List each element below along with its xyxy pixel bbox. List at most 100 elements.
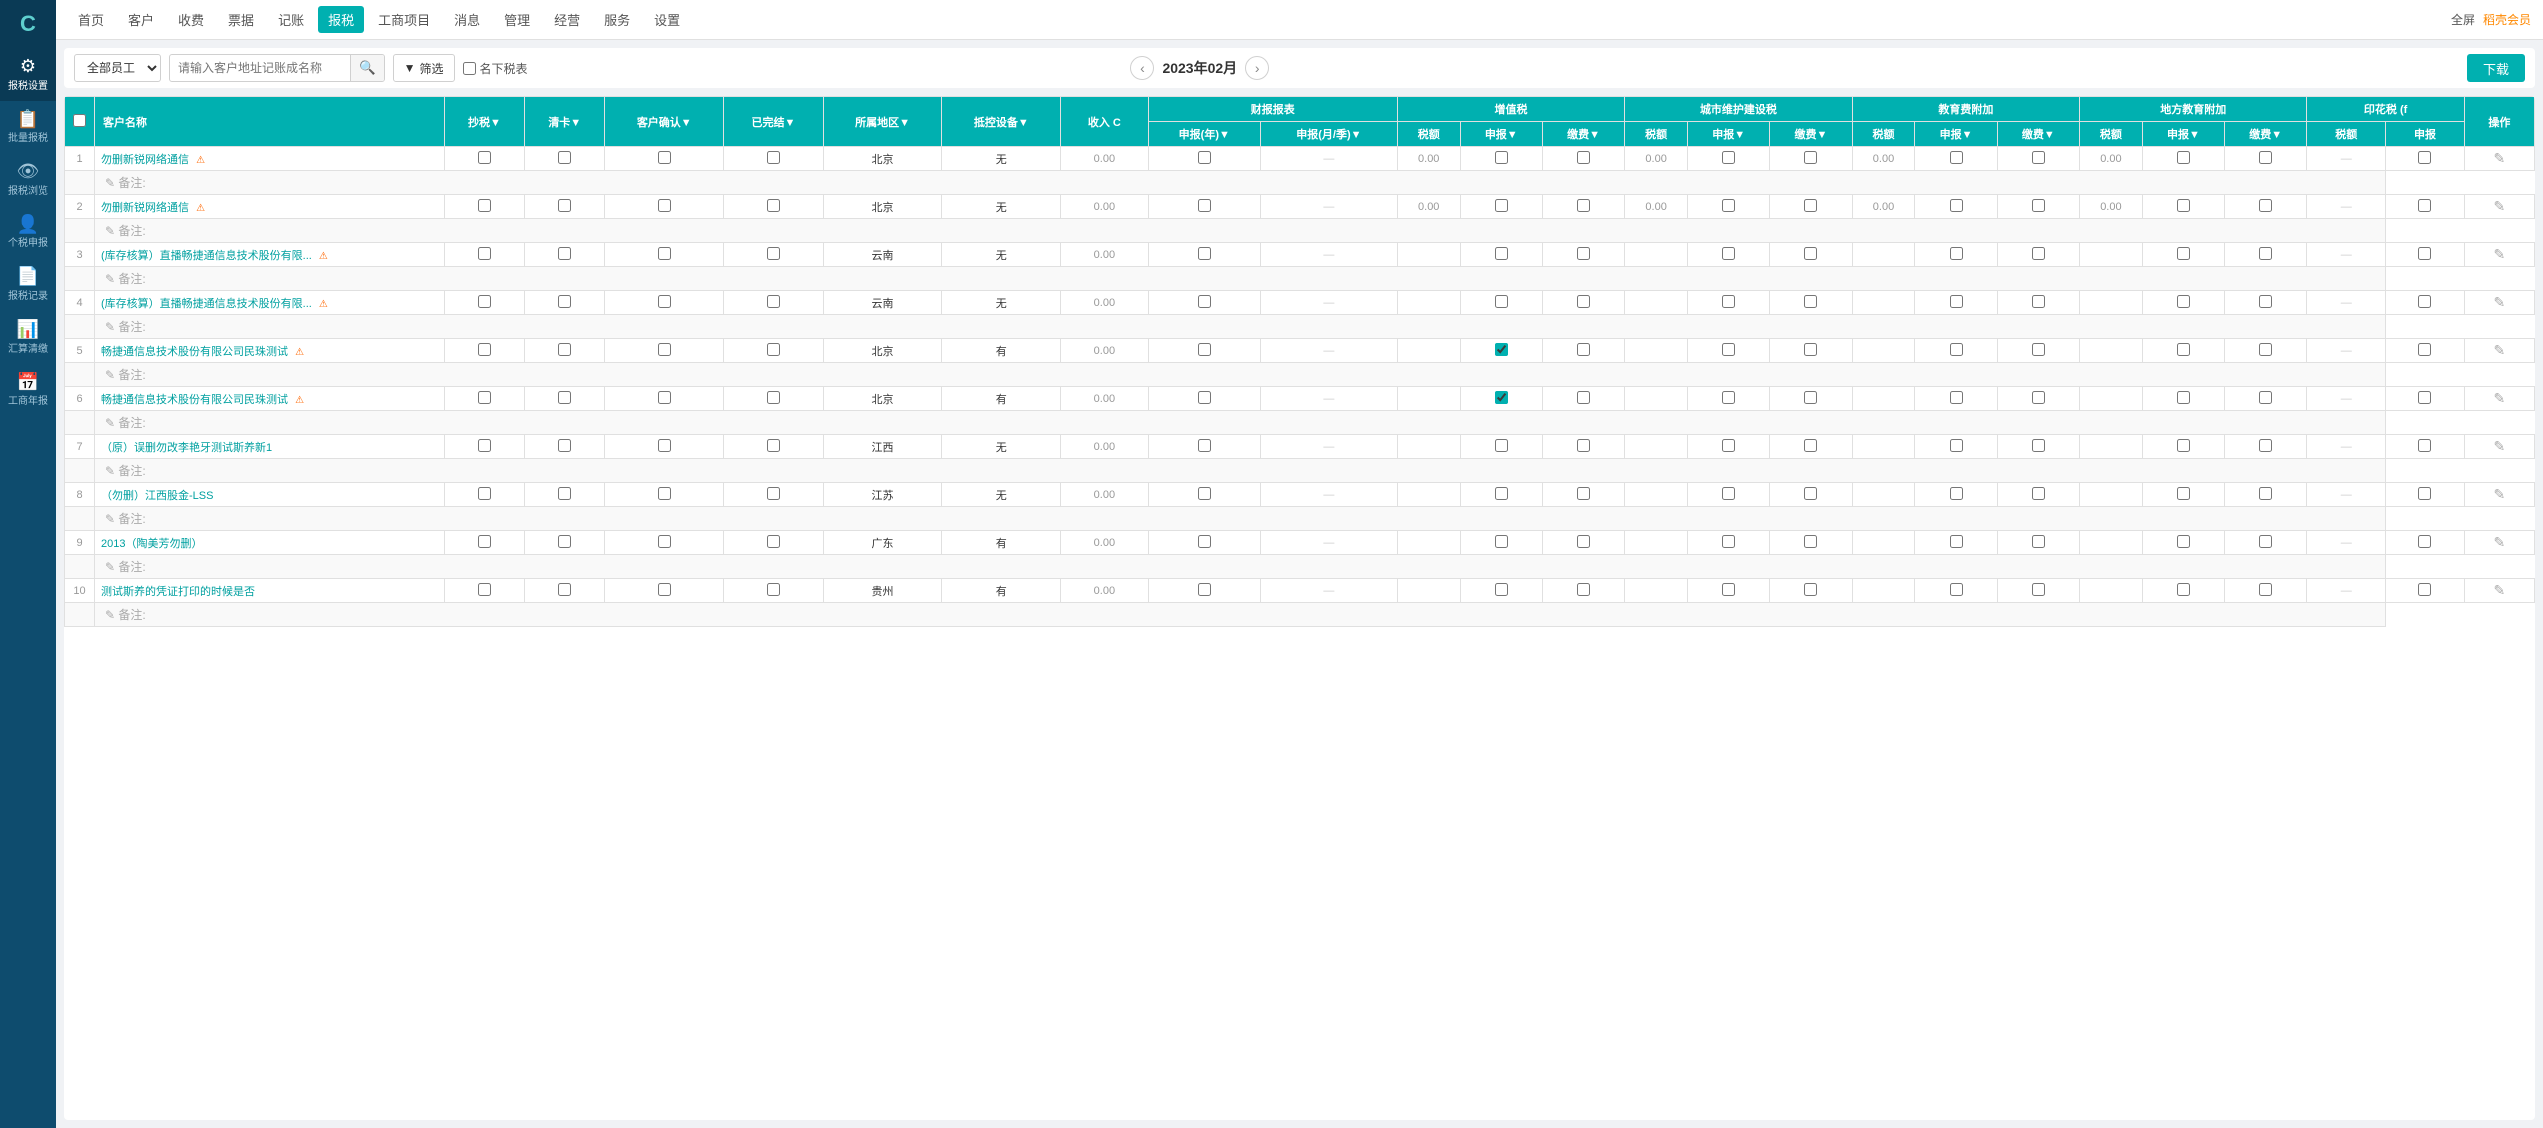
zz-apply-checkbox[interactable]	[1495, 343, 1508, 356]
kehu-checkbox[interactable]	[658, 439, 671, 452]
jy-apply-checkbox[interactable]	[1950, 247, 1963, 260]
cs-pay-checkbox[interactable]	[1804, 343, 1817, 356]
search-input[interactable]	[170, 58, 350, 78]
sub-jy-pay[interactable]: 缴费▼	[1997, 122, 2079, 147]
cs-apply-checkbox[interactable]	[1722, 295, 1735, 308]
jy-apply-checkbox[interactable]	[1950, 199, 1963, 212]
jy-pay-checkbox[interactable]	[2032, 247, 2045, 260]
cs-apply-checkbox[interactable]	[1722, 391, 1735, 404]
ys-apply-checkbox[interactable]	[2418, 487, 2431, 500]
qingka-checkbox[interactable]	[558, 487, 571, 500]
chaoshui-checkbox[interactable]	[478, 295, 491, 308]
df-pay-checkbox[interactable]	[2259, 247, 2272, 260]
qingka-checkbox[interactable]	[558, 199, 571, 212]
qingka-checkbox[interactable]	[558, 295, 571, 308]
kehu-checkbox[interactable]	[658, 151, 671, 164]
nav-tax[interactable]: 报税	[318, 6, 364, 33]
cs-apply-checkbox[interactable]	[1722, 247, 1735, 260]
sub-cs-pay[interactable]: 缴费▼	[1770, 122, 1852, 147]
zz-apply-checkbox[interactable]	[1495, 151, 1508, 164]
nav-home[interactable]: 首页	[68, 6, 114, 33]
name-checkbox[interactable]	[463, 62, 476, 75]
kehu-checkbox[interactable]	[658, 247, 671, 260]
sub-zz-pay[interactable]: 缴费▼	[1542, 122, 1624, 147]
caiwu-year-checkbox[interactable]	[1198, 199, 1211, 212]
ys-apply-checkbox[interactable]	[2418, 151, 2431, 164]
cs-pay-checkbox[interactable]	[1804, 199, 1817, 212]
zz-pay-checkbox[interactable]	[1577, 199, 1590, 212]
cs-pay-checkbox[interactable]	[1804, 439, 1817, 452]
df-apply-checkbox[interactable]	[2177, 295, 2190, 308]
nav-manage[interactable]: 管理	[494, 6, 540, 33]
company-name[interactable]: （勿删）江西股金-LSS	[95, 483, 445, 507]
sidebar-item-batch-tax[interactable]: 📋 批量报税	[0, 101, 56, 154]
sub-caiwu-month[interactable]: 申报(月/季)▼	[1260, 122, 1397, 147]
sub-ys-apply[interactable]: 申报	[2386, 122, 2465, 147]
zz-apply-checkbox[interactable]	[1495, 199, 1508, 212]
zz-pay-checkbox[interactable]	[1577, 247, 1590, 260]
sidebar-item-summary[interactable]: 📊 汇算清缴	[0, 311, 56, 364]
df-pay-checkbox[interactable]	[2259, 439, 2272, 452]
wanjie-checkbox[interactable]	[767, 295, 780, 308]
zz-apply-checkbox[interactable]	[1495, 295, 1508, 308]
vip-btn[interactable]: 稻壳会员	[2483, 11, 2531, 28]
jy-apply-checkbox[interactable]	[1950, 487, 1963, 500]
df-pay-checkbox[interactable]	[2259, 535, 2272, 548]
caiwu-year-checkbox[interactable]	[1198, 343, 1211, 356]
chaoshui-checkbox[interactable]	[478, 199, 491, 212]
sub-jy-apply[interactable]: 申报▼	[1915, 122, 1997, 147]
prev-period-button[interactable]: ‹	[1130, 56, 1154, 80]
company-name[interactable]: 畅捷通信息技术股份有限公司民珠测试 ⚠	[95, 339, 445, 363]
df-pay-checkbox[interactable]	[2259, 583, 2272, 596]
df-pay-checkbox[interactable]	[2259, 151, 2272, 164]
zz-apply-checkbox[interactable]	[1495, 535, 1508, 548]
df-apply-checkbox[interactable]	[2177, 247, 2190, 260]
zz-pay-checkbox[interactable]	[1577, 151, 1590, 164]
chaoshui-checkbox[interactable]	[478, 391, 491, 404]
cs-apply-checkbox[interactable]	[1722, 535, 1735, 548]
caiwu-year-checkbox[interactable]	[1198, 439, 1211, 452]
nav-industry[interactable]: 工商项目	[368, 6, 440, 33]
nav-records[interactable]: 记账	[268, 6, 314, 33]
df-apply-checkbox[interactable]	[2177, 151, 2190, 164]
nav-service[interactable]: 服务	[594, 6, 640, 33]
cs-pay-checkbox[interactable]	[1804, 583, 1817, 596]
search-button[interactable]: 🔍	[350, 54, 384, 82]
zz-apply-checkbox[interactable]	[1495, 487, 1508, 500]
col-region[interactable]: 所属地区▼	[823, 97, 942, 147]
kehu-checkbox[interactable]	[658, 535, 671, 548]
cs-pay-checkbox[interactable]	[1804, 247, 1817, 260]
df-apply-checkbox[interactable]	[2177, 391, 2190, 404]
edit-icon[interactable]: ✎	[2494, 438, 2506, 454]
ys-apply-checkbox[interactable]	[2418, 295, 2431, 308]
wanjie-checkbox[interactable]	[767, 391, 780, 404]
nav-operations[interactable]: 经营	[544, 6, 590, 33]
edit-icon[interactable]: ✎	[2494, 150, 2506, 166]
edit-icon[interactable]: ✎	[2494, 342, 2506, 358]
cs-apply-checkbox[interactable]	[1722, 583, 1735, 596]
download-button[interactable]: 下载	[2467, 54, 2525, 82]
chaoshui-checkbox[interactable]	[478, 151, 491, 164]
zz-pay-checkbox[interactable]	[1577, 535, 1590, 548]
zz-pay-checkbox[interactable]	[1577, 391, 1590, 404]
edit-icon[interactable]: ✎	[2494, 486, 2506, 502]
jy-pay-checkbox[interactable]	[2032, 199, 2045, 212]
sidebar-item-annual[interactable]: 📅 工商年报	[0, 364, 56, 417]
chaoshui-checkbox[interactable]	[478, 487, 491, 500]
zz-pay-checkbox[interactable]	[1577, 343, 1590, 356]
col-kehu[interactable]: 客户确认▼	[605, 97, 724, 147]
caiwu-year-checkbox[interactable]	[1198, 295, 1211, 308]
sub-df-pay[interactable]: 缴费▼	[2225, 122, 2307, 147]
kehu-checkbox[interactable]	[658, 391, 671, 404]
wanjie-checkbox[interactable]	[767, 199, 780, 212]
sidebar-item-tax-setup[interactable]: ⚙ 报税设置	[0, 48, 56, 101]
qingka-checkbox[interactable]	[558, 247, 571, 260]
edit-icon[interactable]: ✎	[2494, 390, 2506, 406]
kehu-checkbox[interactable]	[658, 583, 671, 596]
caiwu-year-checkbox[interactable]	[1198, 535, 1211, 548]
company-name[interactable]: (库存核算）直播畅捷通信息技术股份有限... ⚠	[95, 243, 445, 267]
kehu-checkbox[interactable]	[658, 199, 671, 212]
jy-apply-checkbox[interactable]	[1950, 295, 1963, 308]
jy-apply-checkbox[interactable]	[1950, 391, 1963, 404]
col-wanjie[interactable]: 已完结▼	[724, 97, 824, 147]
